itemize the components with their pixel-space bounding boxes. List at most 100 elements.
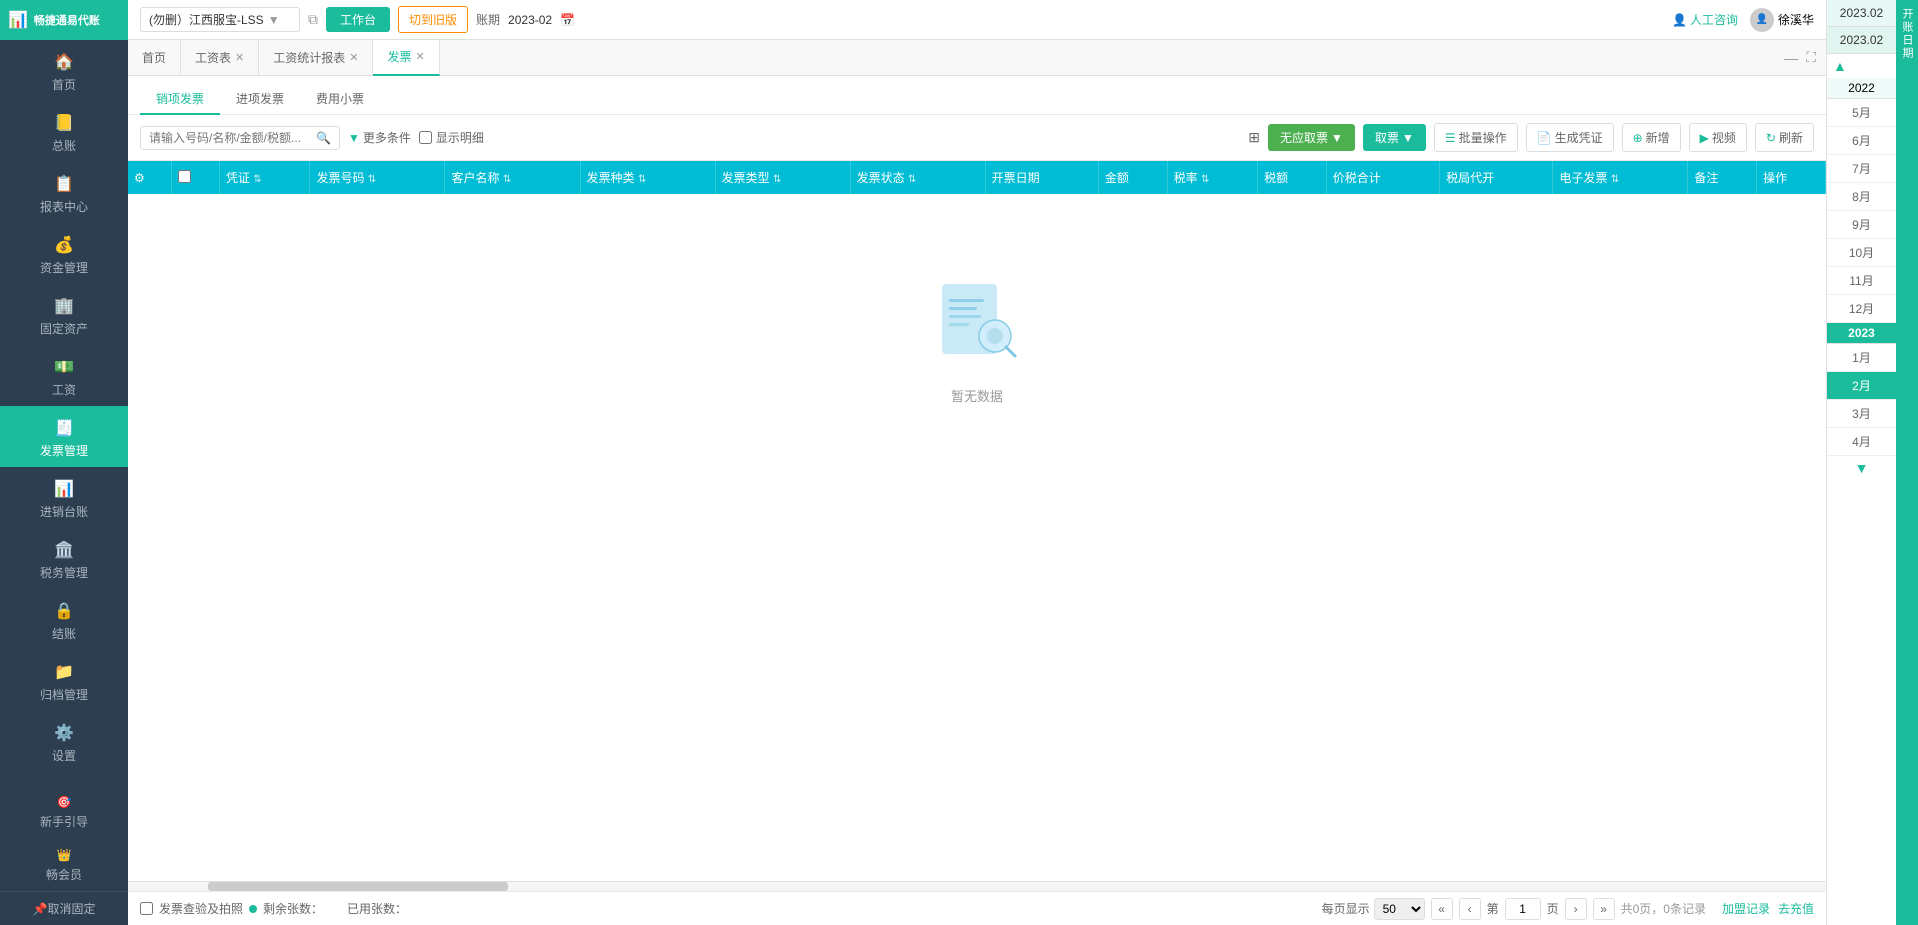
- new-button[interactable]: ⊕ 新增: [1622, 123, 1681, 152]
- salary-tab-label: 工资表: [195, 49, 231, 66]
- no-cancel-button[interactable]: 无应取票 ▼: [1268, 124, 1355, 151]
- open-period-panel[interactable]: 开账日期: [1896, 0, 1918, 925]
- sidebar-cancel-fixed[interactable]: 📌 取消固定: [0, 891, 128, 925]
- next-page-button[interactable]: ›: [1565, 898, 1587, 920]
- scroll-thumb[interactable]: [208, 882, 508, 891]
- refresh-button[interactable]: ↻ 刷新: [1755, 123, 1814, 152]
- sidebar-item-ledger[interactable]: 📒 总账: [0, 101, 128, 162]
- subtab-receipt[interactable]: 费用小票: [300, 84, 380, 115]
- show-detail-check[interactable]: [419, 131, 432, 144]
- filter-button[interactable]: ▼ 更多条件: [348, 129, 411, 146]
- workspace-button[interactable]: 工作台: [326, 7, 390, 32]
- date-nav: ▲: [1827, 54, 1896, 78]
- col-invoice-category[interactable]: 发票类型 ⇅: [715, 161, 850, 194]
- sidebar-item-home[interactable]: 🏠 首页: [0, 40, 128, 101]
- year-2022-label: 2022: [1848, 81, 1875, 95]
- sidebar-item-invoice[interactable]: 🧾 发票管理: [0, 406, 128, 467]
- month-2022-6[interactable]: 6月: [1827, 127, 1896, 155]
- col-status[interactable]: 发票状态 ⇅: [850, 161, 985, 194]
- col-settings[interactable]: ⚙: [128, 161, 171, 194]
- invoice-check-checkbox[interactable]: [140, 902, 153, 915]
- calendar-icon[interactable]: 📅: [560, 13, 575, 27]
- select-all-checkbox[interactable]: [178, 170, 191, 183]
- col-amount[interactable]: 金额: [1098, 161, 1167, 194]
- last-page-button[interactable]: »: [1593, 898, 1615, 920]
- per-page-select[interactable]: 50 10 20 100: [1374, 898, 1425, 920]
- prev-page-button[interactable]: ‹: [1459, 898, 1481, 920]
- video-button[interactable]: ▶ 视频: [1689, 123, 1747, 152]
- col-invoice-no[interactable]: 发票号码 ⇅: [310, 161, 445, 194]
- sidebar-label-guide: 新手引导: [40, 813, 88, 830]
- year-2023-label: 2023: [1848, 326, 1875, 340]
- col-checkbox[interactable]: [171, 161, 219, 194]
- col-note[interactable]: 备注: [1688, 161, 1757, 194]
- tab-salary-report[interactable]: 工资统计报表 ✕: [259, 40, 373, 76]
- col-electronic[interactable]: 电子发票 ⇅: [1553, 161, 1688, 194]
- salary-tab-close[interactable]: ✕: [235, 51, 244, 64]
- tab-invoice[interactable]: 发票 ✕: [373, 40, 439, 76]
- col-invoice-type[interactable]: 发票种类 ⇅: [580, 161, 715, 194]
- sidebar-item-member[interactable]: 👑 畅会员: [0, 838, 128, 891]
- generate-voucher-button[interactable]: 📄 生成凭证: [1526, 123, 1614, 152]
- batch-op-button[interactable]: ☰ 批量操作: [1434, 123, 1518, 152]
- month-2022-12[interactable]: 12月: [1827, 295, 1896, 323]
- page-number-input[interactable]: [1505, 898, 1541, 920]
- join-link[interactable]: 加盟记录: [1722, 900, 1770, 917]
- sidebar-item-tax[interactable]: 🏛️ 税务管理: [0, 528, 128, 589]
- batch-op-icon: ☰: [1445, 131, 1456, 145]
- sidebar-item-report[interactable]: 📋 报表中心: [0, 162, 128, 223]
- switch-version-button[interactable]: 切到旧版: [398, 6, 468, 33]
- col-total[interactable]: 价税合计: [1326, 161, 1439, 194]
- copy-icon[interactable]: ⧉: [308, 11, 318, 28]
- horizontal-scrollbar[interactable]: [128, 881, 1826, 891]
- company-selector[interactable]: (勿删）江西服宝-LSS ▼: [140, 7, 300, 32]
- col-tax[interactable]: 税额: [1258, 161, 1327, 194]
- month-2022-11[interactable]: 11月: [1827, 267, 1896, 295]
- invoice-tab-close[interactable]: ✕: [416, 50, 425, 63]
- search-box[interactable]: 🔍: [140, 126, 340, 150]
- month-2023-1[interactable]: 1月: [1827, 344, 1896, 372]
- sidebar-item-settings[interactable]: ⚙️ 设置: [0, 711, 128, 772]
- sidebar-item-fixed-asset[interactable]: 🏢 固定资产: [0, 284, 128, 345]
- grid-icon[interactable]: ⊞: [1248, 129, 1260, 146]
- month-2022-7[interactable]: 7月: [1827, 155, 1896, 183]
- window-minimize-button[interactable]: —: [1784, 50, 1798, 66]
- take-ticket-button[interactable]: 取票 ▼: [1363, 124, 1426, 151]
- month-2022-8[interactable]: 8月: [1827, 183, 1896, 211]
- subtab-sales-invoice[interactable]: 销项发票: [140, 84, 220, 115]
- col-tax-open[interactable]: 税局代开: [1440, 161, 1553, 194]
- window-maximize-button[interactable]: ⛶: [1806, 49, 1816, 66]
- salary-report-tab-close[interactable]: ✕: [349, 51, 358, 64]
- support-link[interactable]: 👤 人工咨询: [1672, 11, 1738, 28]
- user-info[interactable]: 👤 徐溪华: [1750, 8, 1814, 32]
- search-input[interactable]: [149, 131, 312, 145]
- sidebar-item-guide[interactable]: 🎯 新手引导: [0, 785, 128, 838]
- col-date[interactable]: 开票日期: [985, 161, 1098, 194]
- month-2023-3[interactable]: 3月: [1827, 400, 1896, 428]
- sidebar-item-close[interactable]: 🔒 结账: [0, 589, 128, 650]
- month-2023-2[interactable]: 2月: [1827, 372, 1896, 400]
- date-nav-down-btn[interactable]: ▼: [1855, 460, 1869, 476]
- month-2023-4[interactable]: 4月: [1827, 428, 1896, 456]
- show-detail-checkbox[interactable]: 显示明细: [419, 129, 484, 146]
- search-icon[interactable]: 🔍: [316, 131, 331, 145]
- col-voucher[interactable]: 凭证 ⇅: [219, 161, 309, 194]
- tab-salary[interactable]: 工资表 ✕: [181, 40, 259, 76]
- date-nav-up[interactable]: ▲: [1833, 58, 1847, 74]
- month-2022-10[interactable]: 10月: [1827, 239, 1896, 267]
- month-2022-9[interactable]: 9月: [1827, 211, 1896, 239]
- date-panel-header-row2: 2023.02: [1827, 27, 1896, 54]
- sidebar-item-sales[interactable]: 📊 进销台账: [0, 467, 128, 528]
- sidebar-item-archive[interactable]: 📁 归档管理: [0, 650, 128, 711]
- month-2022-5[interactable]: 5月: [1827, 99, 1896, 127]
- sidebar-item-salary[interactable]: 💵 工资: [0, 345, 128, 406]
- subtab-purchase-invoice[interactable]: 进项发票: [220, 84, 300, 115]
- col-tax-rate[interactable]: 税率 ⇅: [1167, 161, 1257, 194]
- col-action[interactable]: 操作: [1757, 161, 1826, 194]
- col-customer[interactable]: 客户名称 ⇅: [445, 161, 580, 194]
- recharge-link[interactable]: 去充值: [1778, 900, 1814, 917]
- sidebar-item-fund[interactable]: 💰 资金管理: [0, 223, 128, 284]
- per-page-selector[interactable]: 每页显示 50 10 20 100: [1322, 898, 1425, 920]
- tab-home[interactable]: 首页: [128, 40, 181, 76]
- first-page-button[interactable]: «: [1431, 898, 1453, 920]
